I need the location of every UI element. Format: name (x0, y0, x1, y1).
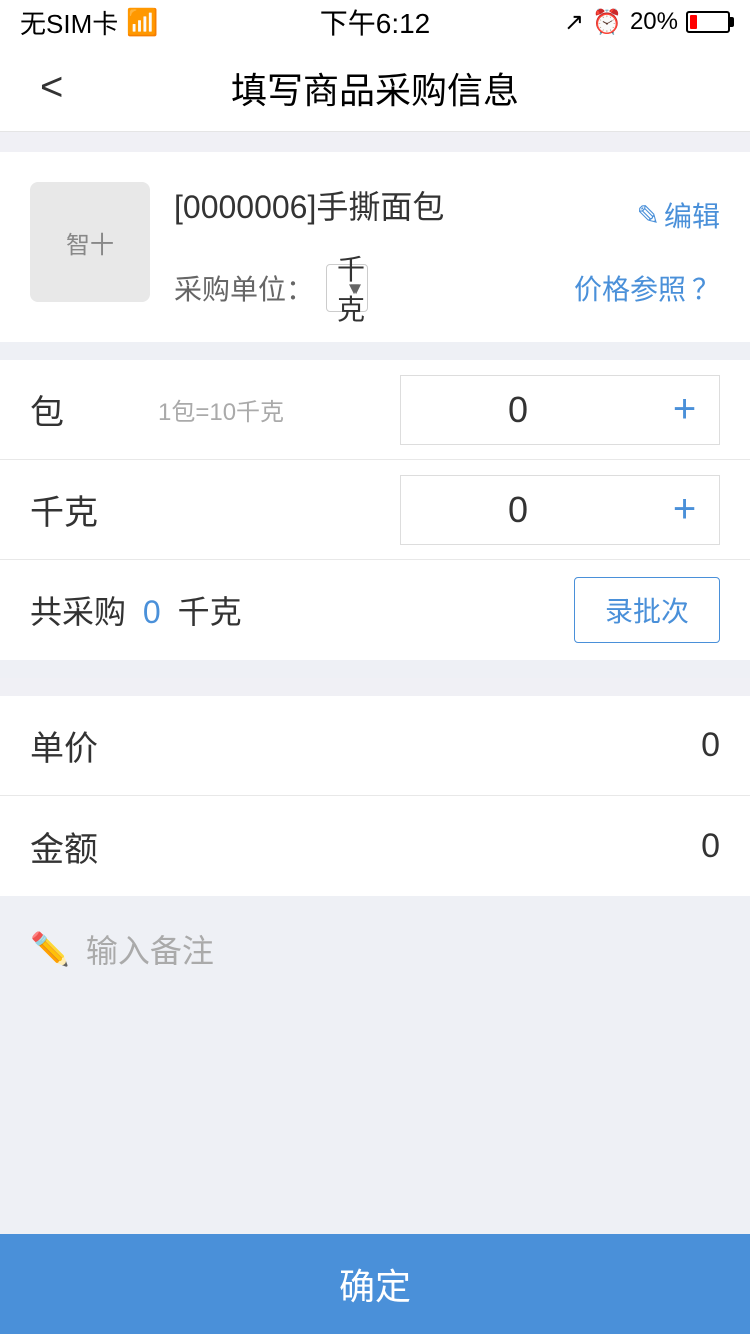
carrier-label: 无SIM卡 (20, 4, 118, 41)
kg-quantity-input[interactable] (400, 475, 650, 545)
input-section: 包 1包=10千克 + 千克 + (0, 360, 750, 560)
bag-input-right: + (400, 375, 720, 445)
price-section: 单价 0 金额 0 (0, 696, 750, 896)
product-logo-text: 智十 (66, 225, 114, 260)
total-amount: 0 (143, 594, 161, 630)
amount-value: 0 (701, 827, 720, 866)
nav-bar: < 填写商品采购信息 (0, 44, 750, 132)
status-bar: 无SIM卡 📶 下午6:12 ↗ ⏰ 20% (0, 0, 750, 44)
bag-label: 包 (30, 385, 150, 434)
remark-section[interactable]: ✏️ 输入备注 (0, 896, 750, 1002)
status-time: 下午6:12 (320, 2, 431, 42)
bag-quantity-input[interactable] (400, 375, 650, 445)
total-text: 共采购 0 千克 (30, 587, 242, 633)
total-unit: 千克 (178, 594, 242, 630)
pencil-icon: ✏️ (30, 930, 70, 968)
bag-input-row: 包 1包=10千克 + (0, 360, 750, 460)
batch-button[interactable]: 录批次 (574, 577, 720, 643)
unit-price-value: 0 (701, 726, 720, 765)
divider-2 (0, 660, 750, 678)
battery-icon (686, 11, 730, 33)
amount-label: 金额 (30, 822, 98, 871)
price-ref-button[interactable]: 价格参照 ？ (574, 268, 720, 308)
edit-button[interactable]: ✎ 编辑 (637, 195, 720, 235)
kg-input-row: 千克 + (0, 460, 750, 560)
divider-1 (0, 342, 750, 360)
amount-row: 金额 0 (0, 796, 750, 896)
back-button[interactable]: < (30, 55, 73, 120)
unit-label: 采购单位： (174, 268, 314, 308)
wifi-icon: 📶 (126, 7, 158, 38)
kg-label: 千克 (30, 485, 150, 534)
bag-sublabel: 1包=10千克 (158, 392, 284, 427)
product-image: 智十 (30, 182, 150, 302)
unit-select-wrapper[interactable]: 千克 千克 ▾ (326, 264, 368, 312)
page-title: 填写商品采购信息 (231, 62, 519, 114)
alarm-icon: ⏰ (592, 8, 622, 37)
question-icon: ？ (692, 268, 720, 308)
product-info: [0000006]手撕面包 ✎ 编辑 采购单位： 千克 千克 ▾ 价格参照 ？ (174, 182, 720, 312)
total-label: 共采购 (30, 594, 126, 630)
confirm-button[interactable]: 确定 (0, 1234, 750, 1334)
price-ref-label: 价格参照 (574, 268, 686, 308)
status-left: 无SIM卡 📶 (20, 4, 159, 41)
product-card: 智十 [0000006]手撕面包 ✎ 编辑 采购单位： 千克 千克 ▾ 价格参照 (0, 152, 750, 342)
battery-percent: 20% (630, 8, 678, 36)
unit-price-label: 单价 (30, 721, 98, 770)
edit-icon: ✎ (637, 199, 660, 232)
unit-price-row: 单价 0 (0, 696, 750, 796)
total-row: 共采购 0 千克 录批次 (0, 560, 750, 660)
status-right: ↗ ⏰ 20% (564, 8, 730, 37)
location-icon: ↗ (564, 8, 584, 37)
kg-input-right: + (400, 475, 720, 545)
bag-plus-button[interactable]: + (650, 375, 720, 445)
remark-placeholder: 输入备注 (86, 926, 214, 972)
edit-label: 编辑 (664, 195, 720, 235)
kg-plus-button[interactable]: + (650, 475, 720, 545)
product-name: [0000006]手撕面包 (174, 182, 444, 228)
